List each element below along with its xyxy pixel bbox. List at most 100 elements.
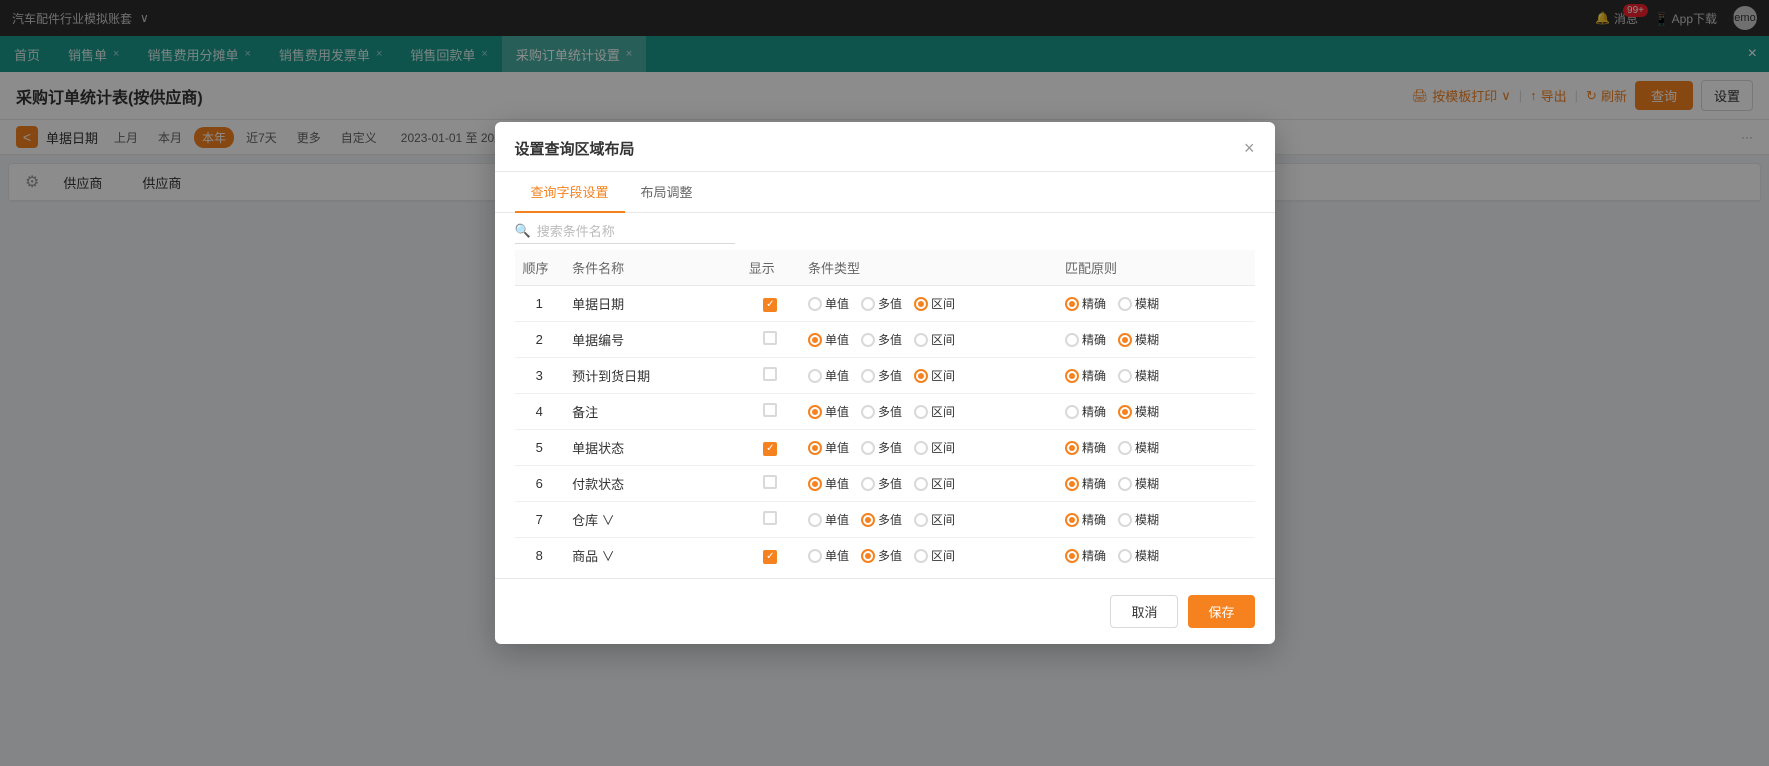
type-radio-区间[interactable]: 区间 (914, 403, 955, 420)
row-condition-name: 仓库 ∨ (564, 502, 741, 538)
table-row: 8商品 ∨✓单值多值区间精确模糊 (515, 538, 1255, 571)
display-checkbox[interactable]: ✓ (763, 298, 777, 312)
match-radio-模糊[interactable]: 模糊 (1118, 439, 1159, 456)
type-radio-区间[interactable]: 区间 (914, 511, 955, 528)
row-display-cell (741, 322, 800, 358)
table-row: 2单据编号单值多值区间精确模糊 (515, 322, 1255, 358)
match-radio-模糊[interactable]: 模糊 (1118, 295, 1159, 312)
dialog-close-button[interactable]: × (1244, 138, 1255, 159)
row-match-cell: 精确模糊 (1057, 430, 1254, 466)
row-order: 5 (515, 430, 565, 466)
type-radio-单值[interactable]: 单值 (808, 367, 849, 384)
search-icon: 🔍 (515, 223, 531, 239)
row-match-cell: 精确模糊 (1057, 322, 1254, 358)
row-match-cell: 精确模糊 (1057, 466, 1254, 502)
type-radio-多值[interactable]: 多值 (861, 403, 902, 420)
row-type-cell: 单值多值区间 (800, 466, 1057, 502)
match-radio-模糊[interactable]: 模糊 (1118, 367, 1159, 384)
row-order: 6 (515, 466, 565, 502)
row-order: 8 (515, 538, 565, 571)
type-radio-区间[interactable]: 区间 (914, 439, 955, 456)
match-radio-模糊[interactable]: 模糊 (1118, 403, 1159, 420)
display-checkbox[interactable]: ✓ (763, 550, 777, 564)
table-row: 5单据状态✓单值多值区间精确模糊 (515, 430, 1255, 466)
type-radio-多值[interactable]: 多值 (861, 475, 902, 492)
save-button[interactable]: 保存 (1188, 595, 1254, 628)
row-display-cell (741, 358, 800, 394)
match-radio-模糊[interactable]: 模糊 (1118, 475, 1159, 492)
match-radio-精确[interactable]: 精确 (1065, 367, 1106, 384)
type-radio-单值[interactable]: 单值 (808, 331, 849, 348)
dialog-table-wrapper: 顺序 条件名称 显示 条件类型 匹配原则 1单据日期✓单值多值区间精确模糊2单据… (495, 250, 1275, 570)
row-order: 4 (515, 394, 565, 430)
match-radio-模糊[interactable]: 模糊 (1118, 511, 1159, 528)
row-match-cell: 精确模糊 (1057, 286, 1254, 322)
row-order: 7 (515, 502, 565, 538)
row-condition-name: 备注 (564, 394, 741, 430)
th-name: 条件名称 (564, 250, 741, 286)
settings-dialog: 设置查询区域布局 × 查询字段设置 布局调整 🔍 顺序 条件名称 显示 (495, 122, 1275, 644)
match-radio-精确[interactable]: 精确 (1065, 439, 1106, 456)
row-display-cell: ✓ (741, 286, 800, 322)
table-row: 7仓库 ∨单值多值区间精确模糊 (515, 502, 1255, 538)
dialog-tab-layout[interactable]: 布局调整 (625, 172, 709, 213)
row-match-cell: 精确模糊 (1057, 358, 1254, 394)
type-radio-单值[interactable]: 单值 (808, 295, 849, 312)
display-checkbox[interactable] (763, 331, 777, 345)
th-match: 匹配原则 (1057, 250, 1254, 286)
dialog-tab-query-fields[interactable]: 查询字段设置 (515, 172, 625, 213)
type-radio-区间[interactable]: 区间 (914, 331, 955, 348)
display-checkbox[interactable] (763, 403, 777, 417)
match-radio-模糊[interactable]: 模糊 (1118, 331, 1159, 348)
cancel-button[interactable]: 取消 (1110, 595, 1178, 628)
row-type-cell: 单值多值区间 (800, 502, 1057, 538)
type-radio-区间[interactable]: 区间 (914, 547, 955, 564)
row-condition-name: 单据状态 (564, 430, 741, 466)
type-radio-多值[interactable]: 多值 (861, 331, 902, 348)
type-radio-单值[interactable]: 单值 (808, 511, 849, 528)
match-radio-精确[interactable]: 精确 (1065, 295, 1106, 312)
type-radio-多值[interactable]: 多值 (861, 511, 902, 528)
display-checkbox[interactable] (763, 475, 777, 489)
th-order: 顺序 (515, 250, 565, 286)
row-match-cell: 精确模糊 (1057, 394, 1254, 430)
row-condition-name: 单据日期 (564, 286, 741, 322)
dialog-header: 设置查询区域布局 × (495, 122, 1275, 172)
search-input[interactable] (537, 224, 735, 239)
dialog-footer: 取消 保存 (495, 578, 1275, 644)
match-radio-精确[interactable]: 精确 (1065, 547, 1106, 564)
display-checkbox[interactable] (763, 367, 777, 381)
search-box: 🔍 (515, 223, 735, 244)
match-radio-精确[interactable]: 精确 (1065, 331, 1106, 348)
match-radio-精确[interactable]: 精确 (1065, 511, 1106, 528)
type-radio-单值[interactable]: 单值 (808, 475, 849, 492)
type-radio-多值[interactable]: 多值 (861, 439, 902, 456)
table-row: 3预计到货日期单值多值区间精确模糊 (515, 358, 1255, 394)
type-radio-单值[interactable]: 单值 (808, 403, 849, 420)
type-radio-多值[interactable]: 多值 (861, 295, 902, 312)
th-display: 显示 (741, 250, 800, 286)
type-radio-区间[interactable]: 区间 (914, 475, 955, 492)
row-condition-name: 付款状态 (564, 466, 741, 502)
type-radio-多值[interactable]: 多值 (861, 547, 902, 564)
match-radio-模糊[interactable]: 模糊 (1118, 547, 1159, 564)
row-display-cell (741, 466, 800, 502)
match-radio-精确[interactable]: 精确 (1065, 475, 1106, 492)
table-row: 1单据日期✓单值多值区间精确模糊 (515, 286, 1255, 322)
row-type-cell: 单值多值区间 (800, 430, 1057, 466)
type-radio-区间[interactable]: 区间 (914, 367, 955, 384)
table-row: 6付款状态单值多值区间精确模糊 (515, 466, 1255, 502)
display-checkbox[interactable]: ✓ (763, 442, 777, 456)
row-order: 3 (515, 358, 565, 394)
dialog-tabs: 查询字段设置 布局调整 (495, 172, 1275, 213)
dialog-search-area: 🔍 (495, 213, 1275, 250)
type-radio-区间[interactable]: 区间 (914, 295, 955, 312)
table-row: 4备注 单值多值区间 精确模糊 (515, 394, 1255, 430)
type-radio-单值[interactable]: 单值 (808, 439, 849, 456)
dialog-table: 顺序 条件名称 显示 条件类型 匹配原则 1单据日期✓单值多值区间精确模糊2单据… (515, 250, 1255, 570)
match-radio-精确[interactable]: 精确 (1065, 403, 1106, 420)
type-radio-多值[interactable]: 多值 (861, 367, 902, 384)
display-checkbox[interactable] (763, 511, 777, 525)
type-radio-单值[interactable]: 单值 (808, 547, 849, 564)
th-type: 条件类型 (800, 250, 1057, 286)
